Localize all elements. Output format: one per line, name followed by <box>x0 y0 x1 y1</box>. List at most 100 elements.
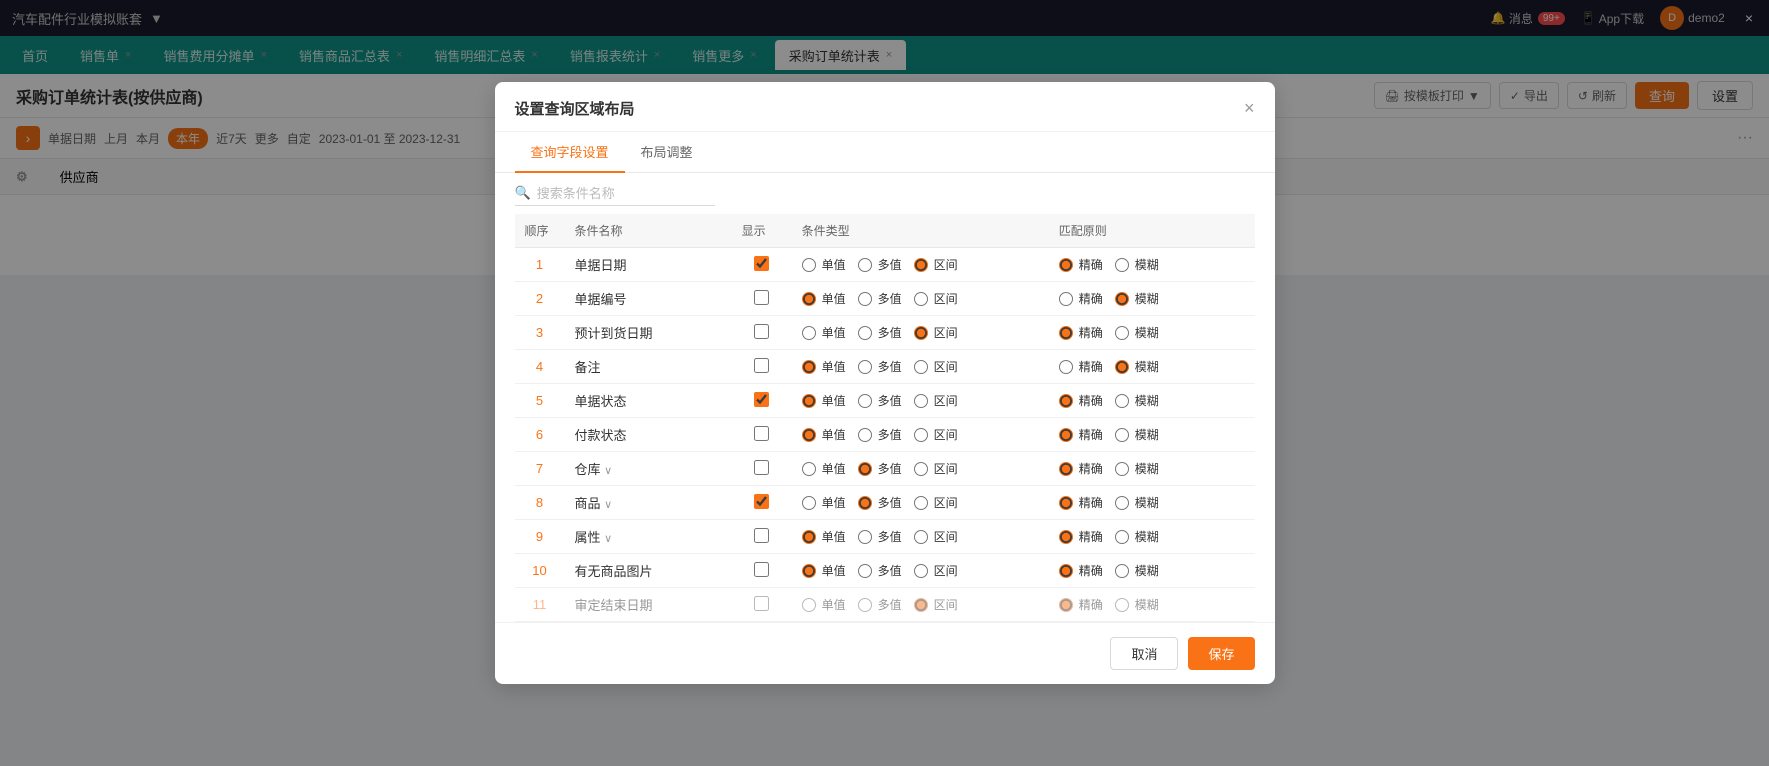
type-radio-label[interactable]: 单值 <box>802 290 846 307</box>
type-radio-label[interactable]: 多值 <box>858 324 902 341</box>
match-radio[interactable] <box>1115 394 1129 408</box>
display-checkbox[interactable] <box>754 358 769 373</box>
match-radio[interactable] <box>1115 564 1129 578</box>
match-radio-label[interactable]: 精确 <box>1059 460 1103 477</box>
type-radio[interactable] <box>802 496 816 510</box>
match-radio[interactable] <box>1115 292 1129 306</box>
type-radio-label[interactable]: 多值 <box>858 358 902 375</box>
match-radio-label[interactable]: 精确 <box>1059 596 1103 613</box>
display-checkbox[interactable] <box>754 562 769 577</box>
type-radio-label[interactable]: 单值 <box>802 460 846 477</box>
match-radio-label[interactable]: 精确 <box>1059 528 1103 545</box>
type-radio[interactable] <box>914 258 928 272</box>
type-radio-label[interactable]: 单值 <box>802 324 846 341</box>
type-radio[interactable] <box>914 394 928 408</box>
type-radio[interactable] <box>802 258 816 272</box>
type-radio-label[interactable]: 多值 <box>858 426 902 443</box>
match-radio[interactable] <box>1059 394 1073 408</box>
type-radio[interactable] <box>802 394 816 408</box>
type-radio-label[interactable]: 区间 <box>914 358 958 375</box>
modal-tab-layout[interactable]: 布局调整 <box>625 132 709 173</box>
type-radio[interactable] <box>914 462 928 476</box>
match-radio[interactable] <box>1059 292 1073 306</box>
type-radio[interactable] <box>858 292 872 306</box>
type-radio[interactable] <box>858 564 872 578</box>
type-radio-label[interactable]: 多值 <box>858 460 902 477</box>
search-input[interactable] <box>537 186 697 201</box>
match-radio[interactable] <box>1115 428 1129 442</box>
match-radio-label[interactable]: 精确 <box>1059 494 1103 511</box>
display-checkbox[interactable] <box>754 256 769 271</box>
type-radio[interactable] <box>914 530 928 544</box>
type-radio[interactable] <box>858 258 872 272</box>
match-radio-label[interactable]: 模糊 <box>1115 290 1159 307</box>
match-radio-label[interactable]: 精确 <box>1059 392 1103 409</box>
type-radio-label[interactable]: 多值 <box>858 256 902 273</box>
type-radio[interactable] <box>858 326 872 340</box>
type-radio[interactable] <box>914 360 928 374</box>
match-radio-label[interactable]: 模糊 <box>1115 494 1159 511</box>
type-radio[interactable] <box>802 564 816 578</box>
type-radio-label[interactable]: 区间 <box>914 256 958 273</box>
match-radio[interactable] <box>1115 360 1129 374</box>
display-checkbox[interactable] <box>754 426 769 441</box>
modal-tab-query[interactable]: 查询字段设置 <box>515 132 625 173</box>
type-radio-label[interactable]: 单值 <box>802 392 846 409</box>
match-radio[interactable] <box>1115 598 1129 612</box>
match-radio[interactable] <box>1059 326 1073 340</box>
match-radio[interactable] <box>1059 564 1073 578</box>
type-radio-label[interactable]: 区间 <box>914 290 958 307</box>
match-radio-label[interactable]: 模糊 <box>1115 426 1159 443</box>
match-radio-label[interactable]: 精确 <box>1059 358 1103 375</box>
type-radio-label[interactable]: 区间 <box>914 324 958 341</box>
match-radio-label[interactable]: 模糊 <box>1115 562 1159 579</box>
type-radio[interactable] <box>802 462 816 476</box>
match-radio-label[interactable]: 模糊 <box>1115 528 1159 545</box>
match-radio-label[interactable]: 精确 <box>1059 324 1103 341</box>
match-radio-label[interactable]: 模糊 <box>1115 596 1159 613</box>
match-radio[interactable] <box>1115 462 1129 476</box>
type-radio-label[interactable]: 区间 <box>914 494 958 511</box>
match-radio[interactable] <box>1059 360 1073 374</box>
type-radio-label[interactable]: 区间 <box>914 528 958 545</box>
match-radio-label[interactable]: 模糊 <box>1115 460 1159 477</box>
type-radio[interactable] <box>914 292 928 306</box>
type-radio[interactable] <box>802 360 816 374</box>
type-radio-label[interactable]: 区间 <box>914 460 958 477</box>
type-radio[interactable] <box>802 428 816 442</box>
type-radio[interactable] <box>858 598 872 612</box>
match-radio[interactable] <box>1115 530 1129 544</box>
type-radio-label[interactable]: 多值 <box>858 562 902 579</box>
type-radio-label[interactable]: 多值 <box>858 290 902 307</box>
match-radio-label[interactable]: 精确 <box>1059 562 1103 579</box>
match-radio[interactable] <box>1059 258 1073 272</box>
match-radio-label[interactable]: 模糊 <box>1115 324 1159 341</box>
match-radio[interactable] <box>1059 598 1073 612</box>
type-radio[interactable] <box>858 496 872 510</box>
type-radio-label[interactable]: 区间 <box>914 392 958 409</box>
display-checkbox[interactable] <box>754 494 769 509</box>
type-radio-label[interactable]: 多值 <box>858 494 902 511</box>
type-radio-label[interactable]: 区间 <box>914 426 958 443</box>
type-radio-label[interactable]: 多值 <box>858 528 902 545</box>
save-button[interactable]: 保存 <box>1188 637 1254 670</box>
type-radio-label[interactable]: 多值 <box>858 596 902 613</box>
display-checkbox[interactable] <box>754 528 769 543</box>
match-radio-label[interactable]: 精确 <box>1059 426 1103 443</box>
type-radio-label[interactable]: 单值 <box>802 494 846 511</box>
type-radio-label[interactable]: 单值 <box>802 358 846 375</box>
type-radio[interactable] <box>858 394 872 408</box>
match-radio[interactable] <box>1115 496 1129 510</box>
match-radio[interactable] <box>1059 496 1073 510</box>
type-radio[interactable] <box>858 530 872 544</box>
type-radio-label[interactable]: 单值 <box>802 528 846 545</box>
match-radio[interactable] <box>1115 326 1129 340</box>
type-radio-label[interactable]: 区间 <box>914 596 958 613</box>
match-radio-label[interactable]: 精确 <box>1059 256 1103 273</box>
type-radio[interactable] <box>914 598 928 612</box>
type-radio[interactable] <box>802 292 816 306</box>
match-radio[interactable] <box>1059 462 1073 476</box>
display-checkbox[interactable] <box>754 290 769 305</box>
type-radio[interactable] <box>914 564 928 578</box>
type-radio[interactable] <box>802 598 816 612</box>
